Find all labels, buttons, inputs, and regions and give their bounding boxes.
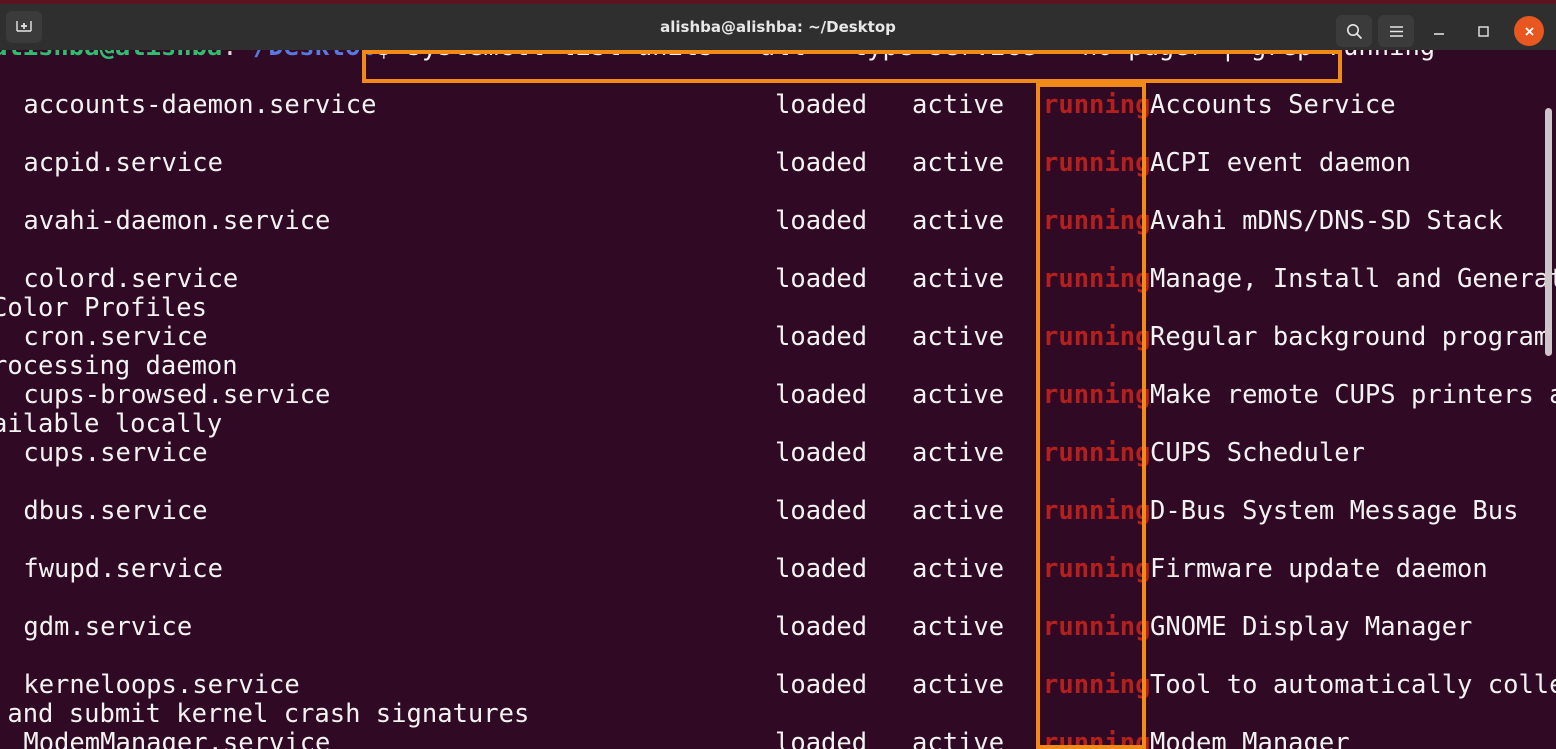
unit-name-cell: ModemManager.service	[8, 728, 331, 749]
unit-name-cell: dbus.service	[8, 496, 208, 526]
table-row: fwupd.service loaded active running Firmware…	[0, 540, 1556, 598]
maximize-icon[interactable]	[1464, 15, 1502, 47]
prompt-dollar: $	[376, 50, 407, 62]
search-icon[interactable]	[1336, 15, 1372, 47]
sub-state-cell: running	[1043, 496, 1151, 526]
load-state-cell: loaded	[775, 380, 868, 410]
scrollbar[interactable]	[1542, 100, 1556, 749]
table-row: ModemManager.service loaded active running M…	[0, 714, 1556, 749]
sub-state-cell: running	[1043, 380, 1151, 410]
active-state-cell: active	[912, 380, 1005, 410]
load-state-cell: loaded	[775, 554, 868, 584]
description-cell: Make remote CUPS printers av	[1150, 380, 1556, 410]
table-row: dbus.service loaded active running D-Bus Sys…	[0, 482, 1556, 540]
terminal-window: alishba@alishba: ~/Desktop accounts-daem…	[0, 0, 1556, 749]
load-state-cell: loaded	[775, 496, 868, 526]
description-cell: Firmware update daemon	[1150, 554, 1488, 584]
load-state-cell: loaded	[775, 206, 868, 236]
table-row: avahi-daemon.service loaded active running A…	[0, 192, 1556, 250]
unit-name-cell: acpid.service	[8, 148, 223, 178]
unit-name-cell: cups.service	[8, 438, 208, 468]
sub-state-cell: running	[1043, 670, 1151, 700]
load-state-cell: loaded	[775, 728, 868, 749]
table-row: colord.service loaded active running Manage,…	[0, 250, 1556, 308]
load-state-cell: loaded	[775, 438, 868, 468]
sub-state-cell: running	[1043, 148, 1151, 178]
active-state-cell: active	[912, 496, 1005, 526]
description-cell: Modem Manager	[1150, 728, 1350, 749]
hamburger-menu-icon[interactable]	[1378, 15, 1414, 47]
new-tab-icon[interactable]	[6, 11, 42, 43]
active-state-cell: active	[912, 670, 1005, 700]
sub-state-cell: running	[1043, 90, 1151, 120]
active-state-cell: active	[912, 438, 1005, 468]
description-cell: Tool to automatically collec	[1150, 670, 1556, 700]
minimize-icon[interactable]	[1420, 15, 1458, 47]
sub-state-cell: running	[1043, 554, 1151, 584]
table-row: acpid.service loaded active running ACPI eve…	[0, 134, 1556, 192]
active-state-cell: active	[912, 728, 1005, 749]
active-state-cell: active	[912, 322, 1005, 352]
sub-state-cell: running	[1043, 322, 1151, 352]
close-icon[interactable]	[1514, 16, 1544, 46]
load-state-cell: loaded	[775, 612, 868, 642]
prompt-user-host: alishba@alishba	[0, 50, 222, 62]
table-row: cups-browsed.service loaded active running M…	[0, 366, 1556, 424]
unit-name-cell: fwupd.service	[8, 554, 223, 584]
table-row: gdm.service loaded active running GNOME Disp…	[0, 598, 1556, 656]
table-row: accounts-daemon.service loaded active runni…	[0, 76, 1556, 134]
titlebar: alishba@alishba: ~/Desktop	[0, 0, 1556, 50]
load-state-cell: loaded	[775, 90, 868, 120]
sub-state-cell: running	[1043, 438, 1151, 468]
titlebar-controls	[1336, 8, 1550, 54]
command-text[interactable]: systemctl list-units --all --type=servic…	[407, 50, 1436, 62]
prompt-path: ~/Desktop	[238, 50, 376, 62]
sub-state-cell: running	[1043, 264, 1151, 294]
description-cell: GNOME Display Manager	[1150, 612, 1473, 642]
unit-name-cell: avahi-daemon.service	[8, 206, 331, 236]
description-cell: Manage, Install and Generate	[1150, 264, 1556, 294]
active-state-cell: active	[912, 90, 1005, 120]
table-row: cups.service loaded active running CUPS Sche…	[0, 424, 1556, 482]
load-state-cell: loaded	[775, 670, 868, 700]
unit-name-cell: accounts-daemon.service	[8, 90, 377, 120]
description-cell: Accounts Service	[1150, 90, 1396, 120]
description-cell: CUPS Scheduler	[1150, 438, 1365, 468]
description-cell: Avahi mDNS/DNS-SD Stack	[1150, 206, 1504, 236]
sub-state-cell: running	[1043, 728, 1151, 749]
description-cell: ACPI event daemon	[1150, 148, 1411, 178]
load-state-cell: loaded	[775, 148, 868, 178]
terminal-output[interactable]: alishba@alishba:~/Desktop$ systemctl lis…	[0, 50, 1556, 749]
active-state-cell: active	[912, 148, 1005, 178]
unit-name-cell: gdm.service	[8, 612, 193, 642]
description-cell: Regular background program p	[1150, 322, 1556, 352]
load-state-cell: loaded	[775, 322, 868, 352]
sub-state-cell: running	[1043, 206, 1151, 236]
prompt-line: alishba@alishba:~/Desktop$ systemctl lis…	[0, 50, 1435, 76]
window-title: alishba@alishba: ~/Desktop	[660, 18, 896, 36]
description-cell: D-Bus System Message Bus	[1150, 496, 1519, 526]
active-state-cell: active	[912, 554, 1005, 584]
load-state-cell: loaded	[775, 264, 868, 294]
prompt-colon: :	[222, 50, 237, 62]
active-state-cell: active	[912, 612, 1005, 642]
scrollbar-thumb[interactable]	[1545, 108, 1552, 356]
sub-state-cell: running	[1043, 612, 1151, 642]
active-state-cell: active	[912, 206, 1005, 236]
active-state-cell: active	[912, 264, 1005, 294]
